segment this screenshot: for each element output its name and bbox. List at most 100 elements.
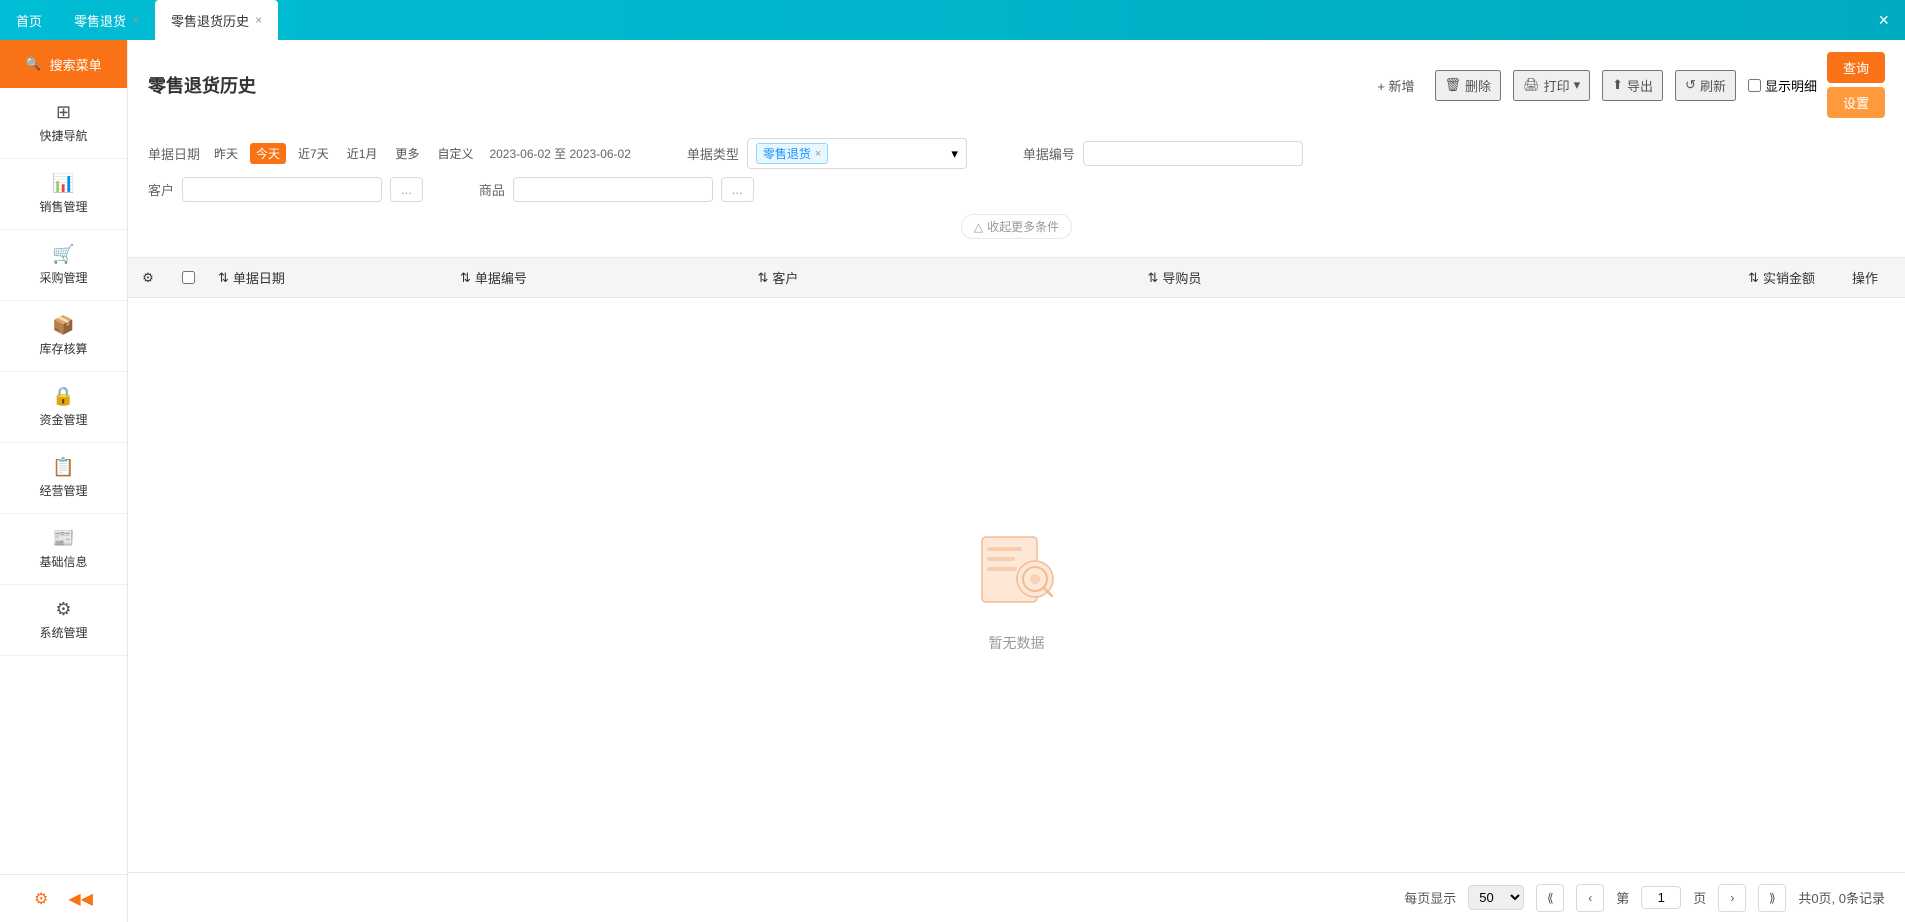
last-page-button[interactable]: ⟫ (1758, 884, 1786, 912)
table-container: ⚙ ⇅ 单据日期 ⇅ 单据编号 ⇅ 客户 ⇅ (128, 258, 1905, 872)
sidebar-item-basic-info[interactable]: 📰 基础信息 (0, 514, 127, 585)
customer-input[interactable] (182, 177, 382, 202)
show-detail-input[interactable] (1748, 79, 1761, 92)
sort-icon-date: ⇅ (218, 270, 229, 286)
th-action: 操作 (1825, 268, 1905, 287)
sidebar-search-label: 搜索菜单 (50, 55, 102, 74)
content-area: 零售退货历史 + 新增 🗑 删除 🖨 打印 ▾ (128, 40, 1905, 922)
inventory-icon: 📦 (52, 315, 74, 336)
date-more[interactable]: 更多 (389, 143, 425, 164)
sidebar-item-quick-nav[interactable]: ⊞ 快捷导航 (0, 88, 127, 159)
tab-home[interactable]: 首页 (0, 0, 58, 40)
table-header: ⚙ ⇅ 单据日期 ⇅ 单据编号 ⇅ 客户 ⇅ (128, 258, 1905, 298)
select-all-checkbox[interactable] (182, 271, 195, 284)
tab-retail-return-history[interactable]: 零售退货历史 × (155, 0, 278, 40)
settings-button[interactable]: 设置 (1827, 87, 1885, 118)
bill-type-chevron: ▾ (951, 146, 958, 162)
filter-bill-no: 单据编号 (1023, 141, 1303, 166)
date-7days[interactable]: 近7天 (292, 143, 335, 164)
purchase-icon: 🛒 (52, 244, 74, 265)
column-settings-icon[interactable]: ⚙ (142, 270, 154, 286)
sidebar-item-purchase-mgmt[interactable]: 🛒 采购管理 (0, 230, 127, 301)
top-bar: 首页 零售退货 × 零售退货历史 × × (0, 0, 1905, 40)
th-date[interactable]: ⇅ 单据日期 (208, 268, 450, 287)
query-settings-group: 查询 设置 (1827, 52, 1885, 118)
tab-list: 首页 零售退货 × 零售退货历史 × (0, 0, 1862, 40)
goods-input[interactable] (513, 177, 713, 202)
sort-icon-customer: ⇅ (758, 270, 769, 286)
filter-row-1: 单据日期 昨天 今天 近7天 近1月 更多 自定义 2023-06-02 至 2… (148, 138, 1885, 169)
sys-mgmt-icon: ⚙ (55, 599, 71, 620)
sort-icon-amount: ⇅ (1748, 270, 1759, 286)
prev-page-button[interactable]: ‹ (1576, 884, 1604, 912)
th-customer[interactable]: ⇅ 客户 (748, 268, 1138, 287)
date-today[interactable]: 今天 (250, 143, 286, 164)
date-filter-group: 昨天 今天 近7天 近1月 更多 自定义 2023-06-02 至 2023-0… (208, 143, 631, 164)
current-page-input[interactable] (1641, 886, 1681, 909)
filter-bill-type: 单据类型 零售退货 × ▾ (687, 138, 967, 169)
print-icon: 🖨 (1523, 77, 1540, 93)
audio-bottom-icon[interactable]: ◀◀ (68, 889, 93, 909)
date-custom[interactable]: 自定义 (431, 143, 479, 164)
tab-retail-return-history-close[interactable]: × (255, 13, 262, 27)
export-icon: ⬆ (1612, 77, 1623, 93)
customer-ellipsis-button[interactable]: ... (390, 177, 423, 202)
filter-date: 单据日期 昨天 今天 近7天 近1月 更多 自定义 2023-06-02 至 2… (148, 143, 631, 164)
date-1month[interactable]: 近1月 (341, 143, 384, 164)
sidebar-search[interactable]: 🔍 搜索菜单 (0, 40, 127, 88)
main-layout: 🔍 搜索菜单 ⊞ 快捷导航 📊 销售管理 🛒 采购管理 📦 库存核算 🔒 资金管… (0, 40, 1905, 922)
sidebar-item-inventory[interactable]: 📦 库存核算 (0, 301, 127, 372)
new-button[interactable]: + 新增 (1369, 72, 1422, 99)
window-close-button[interactable]: × (1862, 10, 1905, 31)
total-info: 共0页, 0条记录 (1798, 888, 1885, 907)
quick-nav-icon: ⊞ (56, 102, 71, 123)
print-chevron-icon: ▾ (1574, 77, 1581, 93)
th-amount[interactable]: ⇅ 实销金额 (1620, 268, 1825, 287)
sort-icon-guide: ⇅ (1148, 270, 1159, 286)
filter-customer: 客户 ... (148, 177, 423, 202)
refresh-button[interactable]: ↺ 刷新 (1675, 70, 1736, 101)
page-header: 零售退货历史 + 新增 🗑 删除 🖨 打印 ▾ (128, 40, 1905, 258)
print-button[interactable]: 🖨 打印 ▾ (1513, 70, 1590, 101)
sidebar: 🔍 搜索菜单 ⊞ 快捷导航 📊 销售管理 🛒 采购管理 📦 库存核算 🔒 资金管… (0, 40, 128, 922)
th-settings[interactable]: ⚙ (128, 270, 168, 286)
goods-ellipsis-button[interactable]: ... (721, 177, 754, 202)
query-button[interactable]: 查询 (1827, 52, 1885, 83)
per-page-select[interactable]: 10 20 50 100 (1468, 885, 1524, 910)
show-detail-checkbox[interactable]: 显示明细 (1748, 76, 1817, 95)
sidebar-item-sys-mgmt[interactable]: ⚙ 系统管理 (0, 585, 127, 656)
page-title: 零售退货历史 (148, 72, 256, 98)
date-yesterday[interactable]: 昨天 (208, 143, 244, 164)
basic-info-icon: 📰 (52, 528, 74, 549)
finance-icon: 🔒 (52, 386, 74, 407)
th-bill[interactable]: ⇅ 单据编号 (450, 268, 748, 287)
export-button[interactable]: ⬆ 导出 (1602, 70, 1663, 101)
delete-icon: 🗑 (1445, 77, 1462, 93)
th-check[interactable] (168, 271, 208, 284)
sidebar-item-finance[interactable]: 🔒 资金管理 (0, 372, 127, 443)
page-title-row: 零售退货历史 + 新增 🗑 删除 🖨 打印 ▾ (148, 52, 1885, 118)
filter-row-2: 客户 ... 商品 ... (148, 177, 1885, 202)
tab-retail-return[interactable]: 零售退货 × (58, 0, 155, 40)
empty-illustration (967, 517, 1067, 617)
sidebar-item-sales-mgmt[interactable]: 📊 销售管理 (0, 159, 127, 230)
collapse-button[interactable]: △ 收起更多条件 (961, 214, 1072, 239)
collapse-bar: △ 收起更多条件 (148, 210, 1885, 247)
bill-type-tag-close[interactable]: × (815, 148, 821, 160)
th-guide[interactable]: ⇅ 导购员 (1138, 268, 1436, 287)
bill-type-select[interactable]: 零售退货 × ▾ (747, 138, 967, 169)
settings-bottom-icon[interactable]: ⚙ (34, 889, 48, 909)
refresh-icon: ↺ (1685, 77, 1696, 93)
empty-state: 暂无数据 (128, 298, 1905, 872)
first-page-button[interactable]: ⟪ (1536, 884, 1564, 912)
bill-no-input[interactable] (1083, 141, 1303, 166)
collapse-icon: △ (974, 220, 983, 234)
delete-button[interactable]: 🗑 删除 (1435, 70, 1502, 101)
sales-icon: 📊 (52, 173, 74, 194)
pagination: 每页显示 10 20 50 100 ⟪ ‹ 第 页 › ⟫ 共0页, 0条记录 (128, 872, 1905, 922)
tab-retail-return-close[interactable]: × (132, 13, 139, 27)
next-page-button[interactable]: › (1718, 884, 1746, 912)
filter-area: 单据日期 昨天 今天 近7天 近1月 更多 自定义 2023-06-02 至 2… (148, 128, 1885, 257)
sidebar-item-operations[interactable]: 📋 经营管理 (0, 443, 127, 514)
sidebar-bottom: ⚙ ◀◀ (0, 874, 127, 922)
